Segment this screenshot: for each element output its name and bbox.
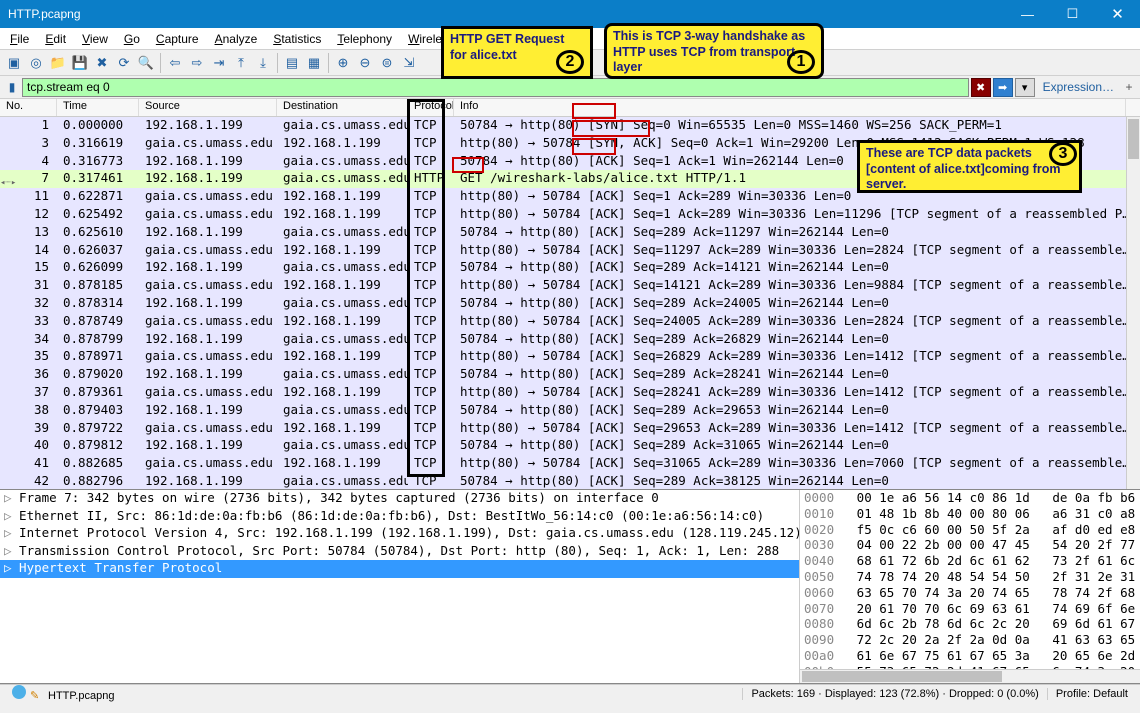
packet-row[interactable]: 340.878799192.168.1.199gaia.cs.umass.edu… [0,331,1140,349]
hex-row[interactable]: 0070 20 61 70 70 6c 69 63 61 74 69 6f 6e… [804,601,1136,617]
tree-row[interactable]: ▷ Frame 7: 342 bytes on wire (2736 bits)… [0,490,799,508]
resize-icon[interactable]: ⇲ [399,53,419,73]
packet-row[interactable]: 370.879361gaia.cs.umass.edu192.168.1.199… [0,384,1140,402]
packet-row[interactable]: 320.878314192.168.1.199gaia.cs.umass.edu… [0,295,1140,313]
minimize-button[interactable]: — [1005,0,1050,28]
menu-go[interactable]: Go [116,30,148,48]
find-icon[interactable]: 🔍 [136,53,156,73]
menu-view[interactable]: View [74,30,116,48]
close-button[interactable]: ✕ [1095,0,1140,28]
display-filter-input[interactable] [22,78,969,97]
window-title: HTTP.pcapng [8,7,81,21]
hex-row[interactable]: 0050 74 78 74 20 48 54 54 50 2f 31 2e 31… [804,569,1136,585]
packet-bytes-hex[interactable]: 0000 00 1e a6 56 14 c0 86 1d de 0a fb b6… [800,490,1140,683]
first-icon[interactable]: ⤒ [231,53,251,73]
hex-row[interactable]: 0020 f5 0c c6 60 00 50 5f 2a af d0 ed e8… [804,522,1136,538]
packet-row[interactable]: 310.878185gaia.cs.umass.edu192.168.1.199… [0,277,1140,295]
packet-row[interactable]: 10.000000192.168.1.199gaia.cs.umass.eduT… [0,117,1140,135]
menu-analyze[interactable]: Analyze [207,30,266,48]
related-packet-icon: ◂┈▸ [0,178,16,188]
details-hex-pane: ▷ Frame 7: 342 bytes on wire (2736 bits)… [0,490,1140,684]
packet-list-header: No.TimeSourceDestinationProtocolInfo [0,99,1140,117]
menu-edit[interactable]: Edit [37,30,74,48]
clear-filter-button[interactable]: ✖ [971,78,991,97]
statusbar: ✎ HTTP.pcapng Packets: 169 · Displayed: 1… [0,684,1140,703]
annotation-2: HTTP GET Request for alice.txt2 [441,26,593,79]
tree-row[interactable]: ▷ Transmission Control Protocol, Src Por… [0,543,799,561]
packet-row[interactable]: 130.625610192.168.1.199gaia.cs.umass.edu… [0,224,1140,242]
profile-label[interactable]: Profile: Default [1047,688,1136,700]
save-icon[interactable]: ◎ [26,53,46,73]
back-icon[interactable]: ⇦ [165,53,185,73]
close-icon[interactable]: ✖ [92,53,112,73]
column-header[interactable]: Destination [277,99,408,116]
zoomreset-icon[interactable]: ⊜ [377,53,397,73]
hex-row[interactable]: 0000 00 1e a6 56 14 c0 86 1d de 0a fb b6… [804,490,1136,506]
menu-statistics[interactable]: Statistics [265,30,329,48]
add-filter-button[interactable]: + [1122,80,1136,94]
packet-counts: Packets: 169 · Displayed: 123 (72.8%) · … [742,688,1046,700]
menu-file[interactable]: File [2,30,37,48]
packet-row[interactable]: 420.882796192.168.1.199gaia.cs.umass.edu… [0,473,1140,490]
column-header[interactable]: Protocol [408,99,454,116]
column-header[interactable]: Time [57,99,139,116]
column-header[interactable]: Info [454,99,1126,116]
packet-row[interactable]: 410.882685gaia.cs.umass.edu192.168.1.199… [0,455,1140,473]
filter-bar: ▮ ✖ ➡ ▾ Expression… + [0,76,1140,99]
maximize-button[interactable]: ☐ [1050,0,1095,28]
packet-row[interactable]: 150.626099192.168.1.199gaia.cs.umass.edu… [0,259,1140,277]
goto-icon[interactable]: ⇥ [209,53,229,73]
autoscroll-icon[interactable]: ▤ [282,53,302,73]
packet-row[interactable]: 390.879722gaia.cs.umass.edu192.168.1.199… [0,420,1140,438]
capture-file-icon: ✎ [30,689,44,703]
expert-info-icon[interactable] [12,685,26,699]
annotation-3: These are TCP data packets [content of a… [857,140,1082,193]
menu-telephony[interactable]: Telephony [329,30,400,48]
zoomin-icon[interactable]: ⊕ [333,53,353,73]
hex-row[interactable]: 0080 6d 6c 2b 78 6d 6c 2c 20 69 6d 61 67… [804,616,1136,632]
packet-row[interactable]: 400.879812192.168.1.199gaia.cs.umass.edu… [0,437,1140,455]
filter-history-button[interactable]: ▾ [1015,78,1035,97]
menu-capture[interactable]: Capture [148,30,207,48]
folder-icon[interactable]: 📁 [48,53,68,73]
hex-row[interactable]: 0040 68 61 72 6b 2d 6c 61 62 73 2f 61 6c… [804,553,1136,569]
last-icon[interactable]: ⤓ [253,53,273,73]
hex-row[interactable]: 00a0 61 6e 67 75 61 67 65 3a 20 65 6e 2d… [804,648,1136,664]
packet-row[interactable]: 120.625492gaia.cs.umass.edu192.168.1.199… [0,206,1140,224]
status-file: HTTP.pcapng [48,690,114,702]
bookmark-icon[interactable]: ▮ [4,79,20,95]
fwd-icon[interactable]: ⇨ [187,53,207,73]
open-icon[interactable]: ▣ [4,53,24,73]
save2-icon[interactable]: 💾 [70,53,90,73]
tree-row[interactable]: ▷ Internet Protocol Version 4, Src: 192.… [0,525,799,543]
packet-row[interactable]: 350.878971gaia.cs.umass.edu192.168.1.199… [0,348,1140,366]
apply-filter-button[interactable]: ➡ [993,78,1013,97]
packet-details-tree[interactable]: ▷ Frame 7: 342 bytes on wire (2736 bits)… [0,490,800,683]
titlebar: HTTP.pcapng — ☐ ✕ [0,0,1140,28]
column-header[interactable]: No. [0,99,57,116]
colorize-icon[interactable]: ▦ [304,53,324,73]
hex-row[interactable]: 0030 04 00 22 2b 00 00 47 45 54 20 2f 77… [804,537,1136,553]
column-header[interactable]: Source [139,99,277,116]
zoomout-icon[interactable]: ⊖ [355,53,375,73]
packet-row[interactable]: 140.626037gaia.cs.umass.edu192.168.1.199… [0,242,1140,260]
packet-row[interactable]: 330.878749gaia.cs.umass.edu192.168.1.199… [0,313,1140,331]
hex-row[interactable]: 0060 63 65 70 74 3a 20 74 65 78 74 2f 68… [804,585,1136,601]
reload-icon[interactable]: ⟳ [114,53,134,73]
packetlist-scrollbar[interactable] [1126,117,1140,489]
tree-row[interactable]: ▷ Ethernet II, Src: 86:1d:de:0a:fb:b6 (8… [0,508,799,526]
hex-row[interactable]: 0090 72 2c 20 2a 2f 2a 0d 0a 41 63 63 65… [804,632,1136,648]
tree-row[interactable]: ▷ Hypertext Transfer Protocol [0,560,799,578]
annotation-1: This is TCP 3-way handshake as HTTP uses… [604,23,824,79]
hex-scrollbar-h[interactable] [800,669,1140,683]
expression-link[interactable]: Expression… [1037,80,1120,94]
packet-row[interactable]: 360.879020192.168.1.199gaia.cs.umass.edu… [0,366,1140,384]
hex-row[interactable]: 0010 01 48 1b 8b 40 00 80 06 a6 31 c0 a8… [804,506,1136,522]
packet-row[interactable]: 380.879403192.168.1.199gaia.cs.umass.edu… [0,402,1140,420]
